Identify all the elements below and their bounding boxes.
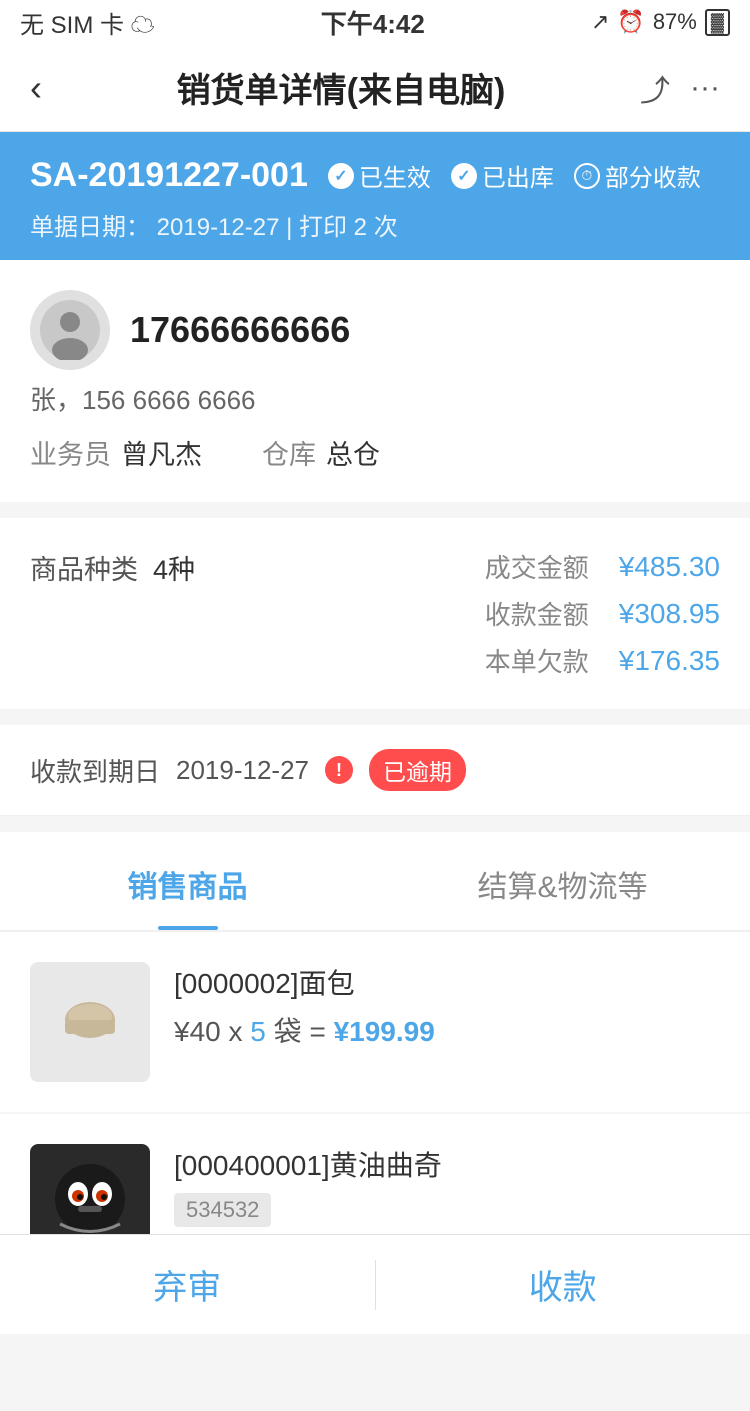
sales-label: 业务员 xyxy=(30,433,111,472)
tab-sales-products-label: 销售商品 xyxy=(128,871,248,904)
banner-date: 单据日期： 2019-12-27 | 打印 2 次 xyxy=(30,207,720,242)
page-title: 销货单详情(来自电脑) xyxy=(177,63,506,112)
more-button[interactable]: ··· xyxy=(690,71,720,105)
customer-section: 17666666666 张，156 6666 6666 业务员 曾凡杰 仓库 总… xyxy=(0,260,750,502)
debt-value: ¥176.35 xyxy=(619,645,720,677)
avatar-icon xyxy=(40,300,100,360)
order-date: 2019-12-27 xyxy=(157,214,280,241)
deal-value: ¥485.30 xyxy=(619,551,720,583)
badge-shipped: ✓ 已出库 xyxy=(451,158,554,193)
due-date: 2019-12-27 xyxy=(176,755,309,786)
product-sku-2: 534532 xyxy=(174,1193,271,1227)
nav-bar: ‹ 销货单详情(来自电脑) ⤴ ··· xyxy=(0,44,750,132)
warning-icon: ! xyxy=(325,756,353,784)
qty-1: 5 xyxy=(250,1016,266,1047)
badge-effective: ✓ 已生效 xyxy=(328,158,431,193)
confirm-button[interactable]: 收款 xyxy=(376,1240,750,1329)
cancel-button[interactable]: 弃审 xyxy=(0,1240,375,1329)
product-name-1: [0000002]面包 xyxy=(174,962,720,1002)
deal-amount-row: 成交金额 ¥485.30 xyxy=(485,548,720,585)
check-icon-1: ✓ xyxy=(328,163,354,189)
location-icon: ↗ xyxy=(591,9,609,35)
status-time: 下午4:42 xyxy=(321,4,425,41)
summary-right: 成交金额 ¥485.30 收款金额 ¥308.95 本单欠款 ¥176.35 xyxy=(485,548,720,679)
equals-sign-1: = xyxy=(309,1016,333,1047)
customer-row: 17666666666 xyxy=(30,290,720,370)
badge-partial: ⏱ 部分收款 xyxy=(574,158,701,193)
badge-shipped-label: 已出库 xyxy=(482,158,554,193)
due-date-section: 收款到期日 2019-12-27 ! 已逾期 xyxy=(0,725,750,816)
qty-unit-1: 袋 xyxy=(274,1016,302,1047)
status-bar: 无 SIM 卡 ☁ 下午4:42 ↗ ⏰ 87% ▓ xyxy=(0,0,750,44)
overdue-badge: 已逾期 xyxy=(369,749,466,791)
customer-id: 17666666666 xyxy=(130,309,350,351)
product-type-label: 商品种类 4种 xyxy=(30,548,195,587)
check-icon-2: ✓ xyxy=(451,163,477,189)
header-banner: SA-20191227-001 ✓ 已生效 ✓ 已出库 ⏱ 部分收款 单据日期：… xyxy=(0,132,750,260)
order-number: SA-20191227-001 xyxy=(30,156,308,195)
products-section: [0000002]面包 ¥40 x 5 袋 = ¥199.99 xyxy=(0,932,750,1411)
summary-left: 商品种类 4种 xyxy=(30,548,195,679)
product-info-1: [0000002]面包 ¥40 x 5 袋 = ¥199.99 xyxy=(174,962,720,1050)
badge-effective-label: 已生效 xyxy=(359,158,431,193)
due-label: 收款到期日 xyxy=(30,752,160,789)
tab-settlement-label: 结算&物流等 xyxy=(477,871,647,904)
received-label: 收款金额 xyxy=(485,595,589,632)
product-type-count: 4种 xyxy=(153,555,195,585)
tabs-section: 销售商品 结算&物流等 xyxy=(0,832,750,932)
warehouse-label: 仓库 xyxy=(262,433,316,472)
status-left: 无 SIM 卡 ☁ xyxy=(20,5,155,40)
sales-name: 曾凡杰 xyxy=(121,433,202,472)
avatar xyxy=(30,290,110,370)
received-value: ¥308.95 xyxy=(619,598,720,630)
badge-partial-label: 部分收款 xyxy=(605,158,701,193)
date-label: 单据日期： xyxy=(30,214,150,241)
debt-label: 本单欠款 xyxy=(485,642,589,679)
deal-label: 成交金额 xyxy=(485,548,589,585)
order-row: SA-20191227-001 ✓ 已生效 ✓ 已出库 ⏱ 部分收款 xyxy=(30,156,720,195)
battery-icon: ▓ xyxy=(705,9,730,36)
total-1: ¥199.99 xyxy=(334,1016,435,1047)
tab-settlement[interactable]: 结算&物流等 xyxy=(375,832,750,930)
product-price-row-1: ¥40 x 5 袋 = ¥199.99 xyxy=(174,1010,720,1050)
customer-phone: 张，156 6666 6666 xyxy=(30,380,720,417)
customer-meta: 业务员 曾凡杰 仓库 总仓 xyxy=(30,433,720,472)
warehouse-meta: 仓库 总仓 xyxy=(262,433,380,472)
warehouse-name: 总仓 xyxy=(326,433,380,472)
print-info: | 打印 2 次 xyxy=(286,214,398,241)
bread-icon xyxy=(50,982,130,1062)
alarm-icon: ⏰ xyxy=(617,9,644,35)
clock-icon: ⏱ xyxy=(574,163,600,189)
back-button[interactable]: ‹ xyxy=(30,67,42,109)
multiply-sign-1: x xyxy=(229,1016,251,1047)
debt-amount-row: 本单欠款 ¥176.35 xyxy=(485,642,720,679)
battery-level: 87% xyxy=(653,9,697,35)
status-right: ↗ ⏰ 87% ▓ xyxy=(591,9,730,36)
bottom-bar: 弃审 收款 xyxy=(0,1234,750,1334)
received-amount-row: 收款金额 ¥308.95 xyxy=(485,595,720,632)
sim-status: 无 SIM 卡 ☁ xyxy=(20,5,155,40)
list-item: [0000002]面包 ¥40 x 5 袋 = ¥199.99 xyxy=(0,932,750,1112)
product-name-2: [000400001]黄油曲奇 xyxy=(174,1144,720,1184)
price-unit-1: ¥40 xyxy=(174,1016,221,1047)
share-button[interactable]: ⤴ xyxy=(640,66,670,110)
summary-section: 商品种类 4种 成交金额 ¥485.30 收款金额 ¥308.95 本单欠款 ¥… xyxy=(0,518,750,709)
nav-actions: ⤴ ··· xyxy=(640,66,720,110)
sales-meta: 业务员 曾凡杰 xyxy=(30,433,202,472)
tab-sales-products[interactable]: 销售商品 xyxy=(0,832,375,930)
product-thumb-1 xyxy=(30,962,150,1082)
